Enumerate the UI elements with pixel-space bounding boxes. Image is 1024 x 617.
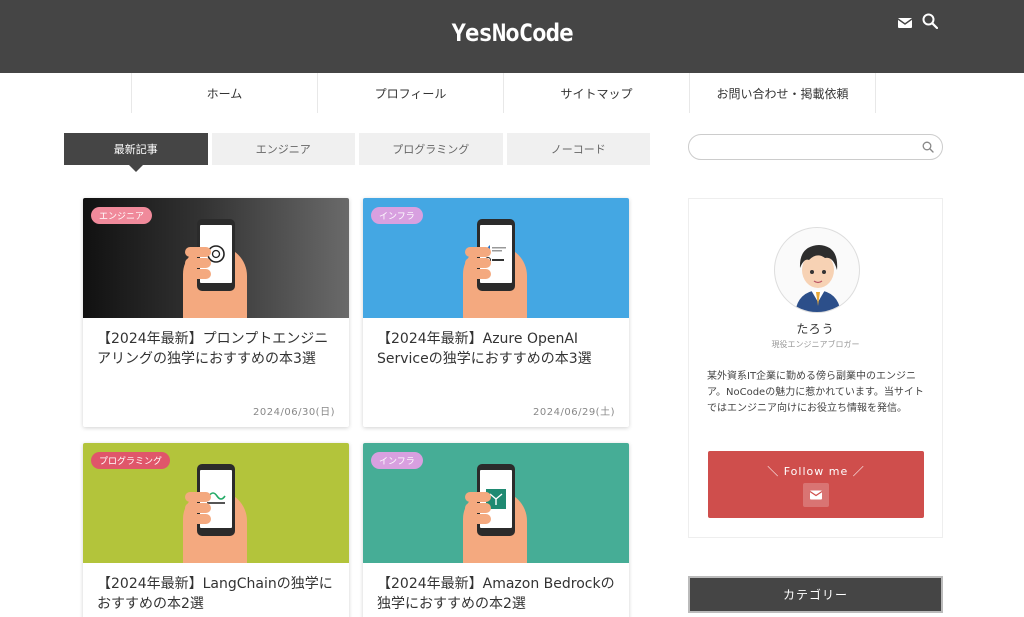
- article-date: 2024/06/29(土): [533, 407, 615, 418]
- search-icon[interactable]: [922, 141, 934, 153]
- finger-shape: [185, 492, 211, 502]
- follow-mail-button[interactable]: [803, 483, 829, 507]
- sidebar-search-input[interactable]: [688, 134, 943, 160]
- article-thumbnail[interactable]: プログラミング: [83, 443, 349, 563]
- finger-shape: [185, 258, 211, 268]
- finger-shape: [465, 492, 491, 502]
- article-title[interactable]: 【2024年最新】プロンプトエンジニアリングの独学におすすめの本3選: [83, 318, 349, 369]
- category-heading: カテゴリー: [688, 576, 943, 613]
- nav-item-profile[interactable]: プロフィール: [317, 73, 503, 113]
- article-thumbnail[interactable]: インフラ: [363, 443, 629, 563]
- finger-shape: [185, 503, 211, 513]
- finger-shape: [465, 258, 491, 268]
- profile-widget: たろう 現役エンジニアブロガー 某外資系IT企業に勤める傍ら副業中のエンジニア。…: [688, 198, 943, 538]
- mail-icon: [809, 490, 823, 500]
- site-header: YesNoCode: [0, 0, 1024, 73]
- finger-shape: [465, 269, 491, 279]
- article-thumbnail[interactable]: エンジニア: [83, 198, 349, 318]
- article-tabs: 最新記事 エンジニア プログラミング ノーコード: [64, 133, 650, 172]
- mail-icon[interactable]: [897, 15, 913, 31]
- tab-engineer[interactable]: エンジニア: [211, 133, 355, 165]
- profile-name: たろう: [796, 322, 835, 336]
- tab-programming[interactable]: プログラミング: [359, 133, 503, 165]
- profile-role: 現役エンジニアブロガー: [771, 340, 860, 349]
- finger-shape: [465, 247, 491, 257]
- avatar-illustration: [795, 245, 841, 312]
- article-title[interactable]: 【2024年最新】Amazon Bedrockの独学におすすめの本2選: [363, 563, 629, 614]
- nav-item-home[interactable]: ホーム: [131, 73, 317, 113]
- site-logo[interactable]: YesNoCode: [0, 19, 1024, 47]
- article-title[interactable]: 【2024年最新】Azure OpenAI Serviceの独学におすすめの本3…: [363, 318, 629, 369]
- avatar: [774, 227, 860, 313]
- article-thumbnail[interactable]: インフラ: [363, 198, 629, 318]
- finger-shape: [185, 514, 211, 524]
- follow-label: ＼ Follow me ／: [767, 465, 865, 478]
- article-card[interactable]: インフラ 【2024年最新】Azure OpenAI Serviceの独学におす…: [363, 198, 629, 427]
- finger-shape: [465, 514, 491, 524]
- finger-shape: [185, 247, 211, 257]
- finger-shape: [465, 503, 491, 513]
- category-badge[interactable]: プログラミング: [91, 452, 171, 469]
- follow-box: ＼ Follow me ／: [708, 451, 924, 518]
- nav-item-sitemap[interactable]: サイトマップ: [503, 73, 689, 113]
- tab-latest[interactable]: 最新記事: [64, 133, 208, 172]
- article-card[interactable]: プログラミング 【2024年最新】LangChainの独学におすすめの本2選: [83, 443, 349, 617]
- finger-shape: [185, 269, 211, 279]
- category-badge[interactable]: インフラ: [371, 452, 423, 469]
- category-badge[interactable]: インフラ: [371, 207, 423, 224]
- article-title[interactable]: 【2024年最新】LangChainの独学におすすめの本2選: [83, 563, 349, 614]
- article-card[interactable]: インフラ 【2024年最新】Amazon Bedrockの独学におすすめの本2選: [363, 443, 629, 617]
- global-nav: ホーム プロフィール サイトマップ お問い合わせ・掲載依頼: [131, 73, 876, 113]
- search-icon[interactable]: [922, 13, 938, 29]
- article-date: 2024/06/30(日): [253, 407, 335, 418]
- tab-nocode[interactable]: ノーコード: [506, 133, 650, 165]
- article-card[interactable]: エンジニア 【2024年最新】プロンプトエンジニアリングの独学におすすめの本3選…: [83, 198, 349, 427]
- profile-description: 某外資系IT企業に勤める傍ら副業中のエンジニア。NoCodeの魅力に惹かれていま…: [707, 371, 924, 414]
- category-badge[interactable]: エンジニア: [91, 207, 153, 224]
- nav-item-contact[interactable]: お問い合わせ・掲載依頼: [689, 73, 876, 113]
